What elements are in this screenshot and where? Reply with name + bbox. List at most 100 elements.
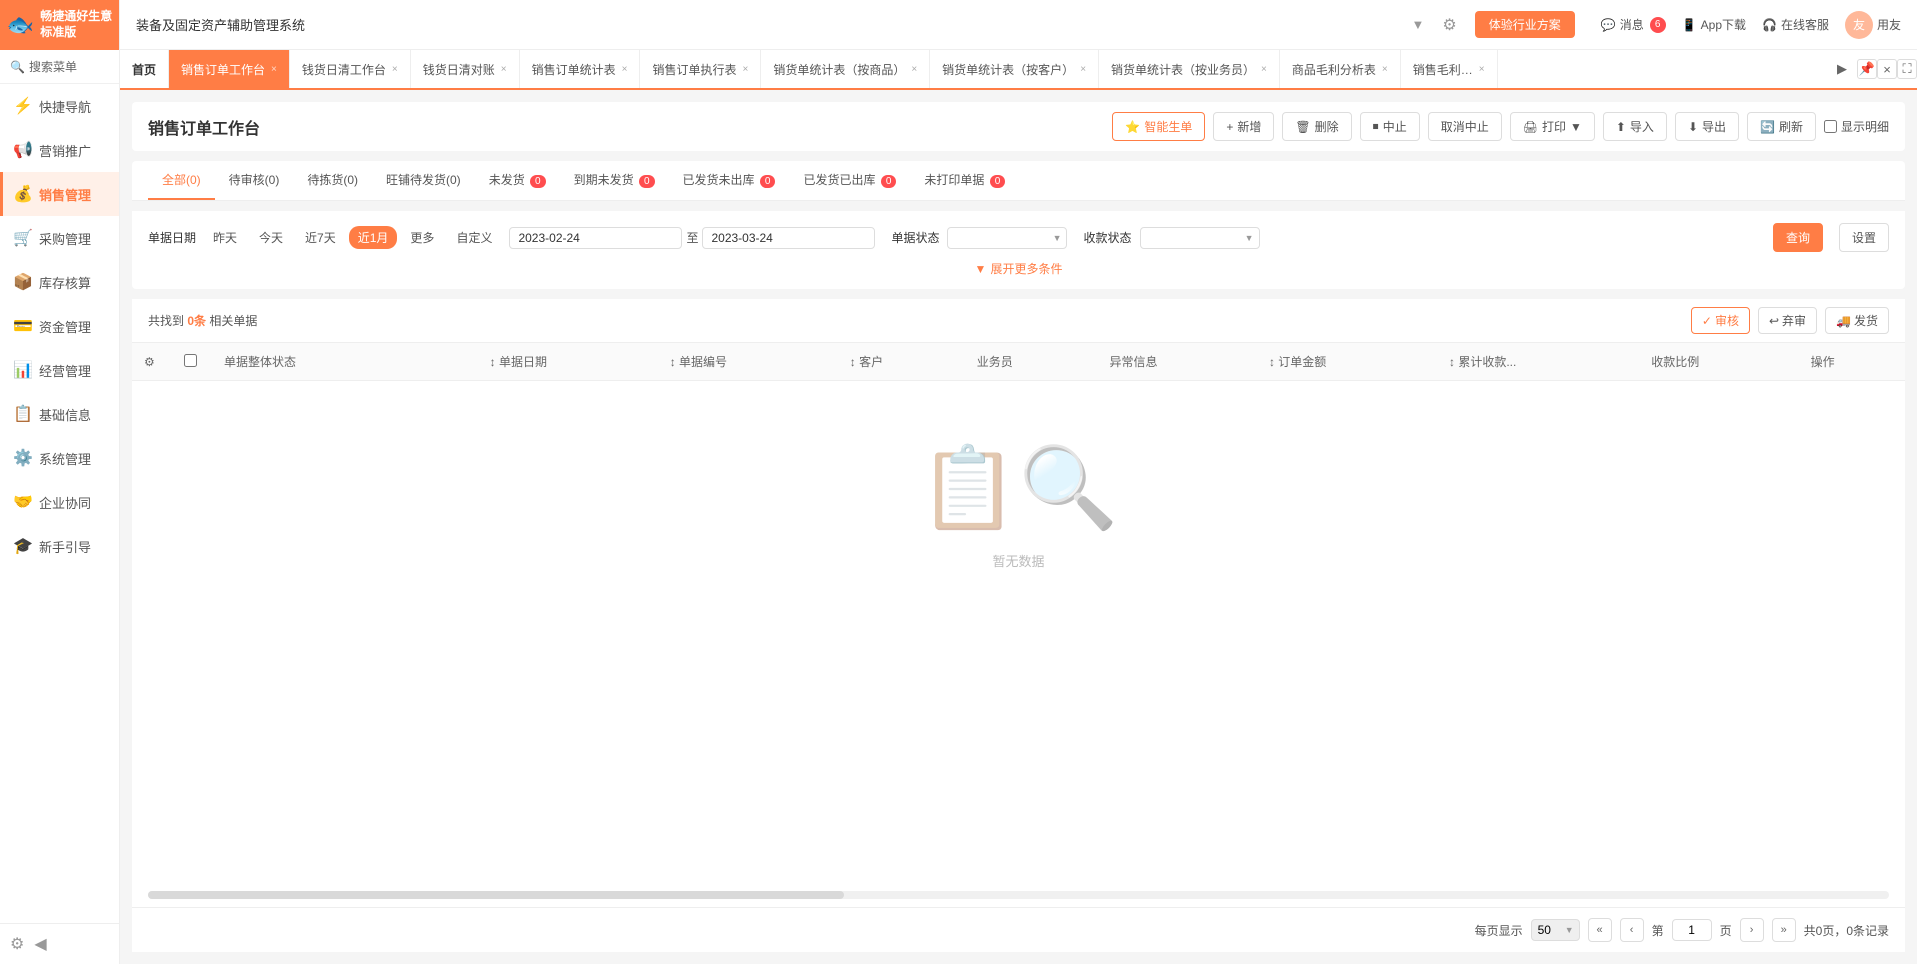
sidebar-item-sales[interactable]: 💰 销售管理	[0, 172, 119, 216]
tab-close-all-btn[interactable]: ×	[1877, 59, 1897, 79]
close-icon[interactable]: ×	[501, 64, 507, 75]
tab-sales-summary-product[interactable]: 销货单统计表（按商品） ×	[761, 50, 930, 89]
sub-tab-shipped-out[interactable]: 已发货已出库 0	[789, 161, 910, 200]
online-service-btn[interactable]: 🎧 在线客服	[1762, 16, 1829, 33]
sidebar-item-purchase[interactable]: 🛒 采购管理	[0, 216, 119, 260]
add-icon: +	[1226, 120, 1233, 134]
first-page-btn[interactable]: «	[1588, 918, 1612, 942]
close-icon[interactable]: ×	[622, 64, 628, 75]
dropdown-arrow-icon[interactable]: ▼	[1412, 17, 1425, 32]
tab-cash-reconcile[interactable]: 钱货日清对账 ×	[411, 50, 520, 89]
sidebar-item-inventory[interactable]: 📦 库存核算	[0, 260, 119, 304]
sub-tab-unshipped[interactable]: 未发货 0	[475, 161, 560, 200]
yesterday-btn[interactable]: 昨天	[204, 226, 246, 249]
select-all-checkbox[interactable]	[184, 354, 197, 367]
reverse-audit-btn[interactable]: ↩ 弃审	[1758, 307, 1817, 334]
query-btn[interactable]: 查询	[1773, 223, 1823, 252]
date-to-input[interactable]	[702, 227, 875, 249]
audit-label: 审核	[1715, 312, 1739, 329]
ship-btn[interactable]: 🚚 发货	[1825, 307, 1889, 334]
sidebar-item-system[interactable]: ⚙️ 系统管理	[0, 436, 119, 480]
tab-product-margin[interactable]: 商品毛利分析表 ×	[1280, 50, 1401, 89]
sidebar-item-quick-nav[interactable]: ⚡ 快捷导航	[0, 84, 119, 128]
status-select[interactable]	[947, 227, 1067, 249]
sub-tab-overdue-unshipped[interactable]: 到期未发货 0	[560, 161, 669, 200]
sidebar-item-label: 企业协同	[39, 493, 91, 512]
app-download-btn[interactable]: 📱 App下载	[1682, 16, 1746, 33]
sub-tab-shipped-not-out[interactable]: 已发货未出库 0	[669, 161, 790, 200]
close-icon[interactable]: ×	[1382, 64, 1388, 75]
scroll-thumb[interactable]	[148, 891, 844, 899]
user-profile[interactable]: 友 用友	[1845, 11, 1901, 39]
settings-icon[interactable]: ⚙	[10, 934, 24, 954]
sidebar-item-marketing[interactable]: 📢 营销推广	[0, 128, 119, 172]
last7days-btn[interactable]: 近7天	[296, 226, 345, 249]
prev-page-btn[interactable]: ‹	[1620, 918, 1644, 942]
expand-more-btn[interactable]: ▼ 展开更多条件	[975, 260, 1063, 277]
sidebar-item-guide[interactable]: 🎓 新手引导	[0, 524, 119, 568]
tab-sales-summary-staff[interactable]: 销货单统计表（按业务员） ×	[1099, 50, 1280, 89]
cancel-stop-btn[interactable]: 取消中止	[1428, 112, 1502, 141]
refresh-btn[interactable]: 🔄 刷新	[1747, 112, 1816, 141]
last-month-btn[interactable]: 近1月	[349, 226, 398, 249]
custom-btn[interactable]: 自定义	[447, 226, 501, 249]
stop-btn[interactable]: ⏹ 中止	[1360, 112, 1420, 141]
show-detail-checkbox[interactable]: 显示明细	[1824, 118, 1889, 135]
sidebar-item-operations[interactable]: 📊 经营管理	[0, 348, 119, 392]
settings-filter-btn[interactable]: 设置	[1839, 223, 1889, 252]
import-btn[interactable]: ⬆ 导入	[1603, 112, 1667, 141]
industry-btn[interactable]: 体验行业方案	[1475, 11, 1575, 38]
sub-tab-all[interactable]: 全部(0)	[148, 161, 215, 200]
close-icon[interactable]: ×	[911, 64, 917, 75]
sidebar-item-basic-info[interactable]: 📋 基础信息	[0, 392, 119, 436]
close-icon[interactable]: ×	[1479, 64, 1485, 75]
scroll-bar[interactable]	[148, 891, 1889, 899]
tab-sales-exec[interactable]: 销售订单执行表 ×	[640, 50, 761, 89]
print-btn[interactable]: 🖨 打印 ▼	[1510, 112, 1595, 141]
smart-create-btn[interactable]: ⭐ 智能生单	[1112, 112, 1205, 141]
tab-overflow-btn[interactable]: ▶	[1829, 61, 1855, 77]
smart-create-label: 智能生单	[1144, 118, 1192, 135]
close-icon[interactable]: ×	[271, 64, 277, 75]
tab-sales-workbench[interactable]: 销售订单工作台 ×	[169, 50, 290, 89]
tab-fullscreen-btn[interactable]: ⛶	[1897, 59, 1917, 79]
settings-gear-icon[interactable]: ⚙	[1442, 15, 1456, 35]
last-page-btn[interactable]: »	[1772, 918, 1796, 942]
col-number: ↕ 单据编号	[658, 343, 838, 381]
tab-sales-summary-customer[interactable]: 销货单统计表（按客户） ×	[930, 50, 1099, 89]
close-icon[interactable]: ×	[1261, 64, 1267, 75]
sidebar-item-finance[interactable]: 💳 资金管理	[0, 304, 119, 348]
audit-btn[interactable]: ✓ 审核	[1691, 307, 1750, 334]
delete-btn[interactable]: 🗑 删除	[1282, 112, 1351, 141]
tab-sales-profit[interactable]: 销售毛利… ×	[1401, 50, 1498, 89]
tab-home[interactable]: 首页	[120, 50, 169, 89]
more-btn[interactable]: 更多	[401, 226, 443, 249]
close-icon[interactable]: ×	[742, 64, 748, 75]
message-btn[interactable]: 💬 消息 6	[1601, 16, 1666, 33]
tab-cash-daily[interactable]: 钱货日清工作台 ×	[290, 50, 411, 89]
collapse-icon[interactable]: ◀	[34, 934, 46, 954]
next-page-btn[interactable]: ›	[1740, 918, 1764, 942]
close-icon[interactable]: ×	[1080, 64, 1086, 75]
ship-label: 发货	[1854, 312, 1878, 329]
today-btn[interactable]: 今天	[250, 226, 292, 249]
per-page-select[interactable]: 50 10 20 100	[1531, 919, 1580, 941]
date-from-input[interactable]	[509, 227, 682, 249]
settings-icon[interactable]: ⚙	[144, 355, 155, 369]
page-number-input[interactable]	[1672, 919, 1712, 941]
search-menu[interactable]: 🔍 搜索菜单	[0, 50, 119, 84]
table-header-row: ⚙ 单据整体状态 ↕ 单据日期	[132, 343, 1905, 381]
add-btn[interactable]: + 新增	[1213, 112, 1274, 141]
close-icon[interactable]: ×	[392, 64, 398, 75]
col-status: 单据整体状态	[212, 343, 478, 381]
sub-tab-unprinted[interactable]: 未打印单据 0	[910, 161, 1019, 200]
tab-unpin-btn[interactable]: 📌	[1857, 59, 1877, 79]
detail-checkbox-input[interactable]	[1824, 120, 1837, 133]
sub-tab-pending-delivery[interactable]: 待拣货(0)	[293, 161, 372, 200]
sidebar-item-enterprise[interactable]: 🤝 企业协同	[0, 480, 119, 524]
tab-sales-stats[interactable]: 销售订单统计表 ×	[520, 50, 641, 89]
collection-status-select[interactable]	[1140, 227, 1260, 249]
sub-tab-pending-review[interactable]: 待审核(0)	[215, 161, 294, 200]
export-btn[interactable]: ⬇ 导出	[1675, 112, 1739, 141]
sub-tab-wangpu[interactable]: 旺铺待发货(0)	[372, 161, 475, 200]
